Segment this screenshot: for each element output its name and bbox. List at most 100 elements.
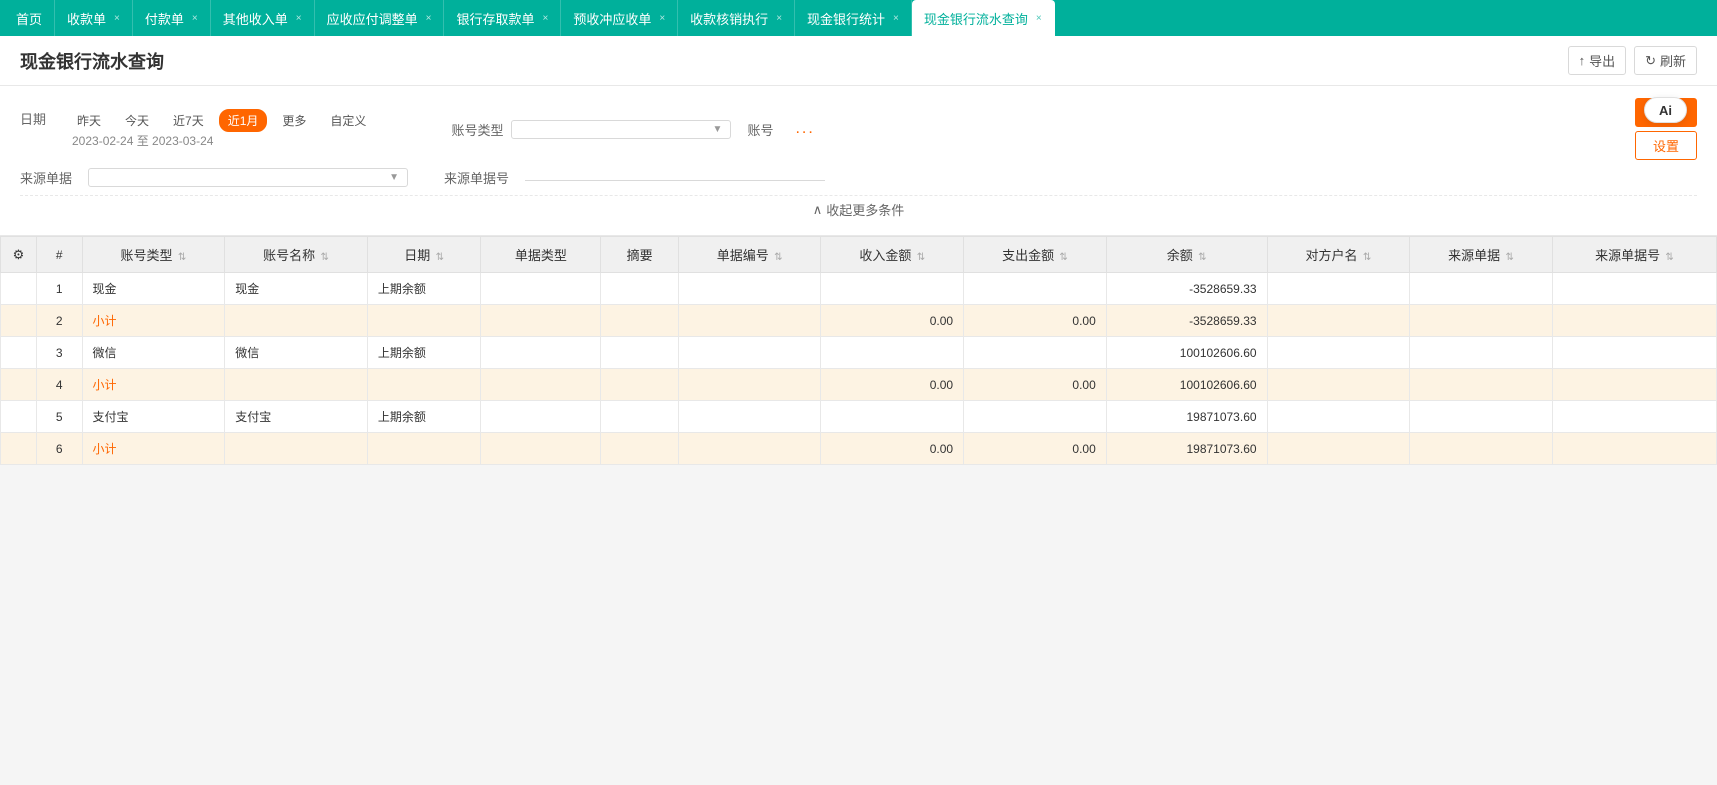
- close-icon-8[interactable]: ×: [1036, 13, 1042, 24]
- refresh-button[interactable]: ↻ 刷新: [1634, 46, 1697, 75]
- nav-tab-6[interactable]: 收款核销执行 ×: [678, 0, 795, 36]
- table-cell: [1410, 433, 1553, 465]
- table-cell: 0.00: [964, 433, 1107, 465]
- shortcut-yesterday[interactable]: 昨天: [68, 109, 110, 132]
- table-cell: [1, 433, 37, 465]
- nav-tab-3[interactable]: 应收应付调整单 ×: [315, 0, 445, 36]
- table-cell: 微信: [225, 337, 368, 369]
- sort-icon-10[interactable]: ⇅: [1506, 252, 1514, 263]
- export-button[interactable]: ↑ 导出: [1568, 46, 1627, 75]
- col-account-name[interactable]: 账号名称 ⇅: [225, 237, 368, 273]
- col-account-type-label: 账号类型: [120, 248, 172, 263]
- table-cell: [1552, 337, 1716, 369]
- table-cell: -3528659.33: [1106, 305, 1267, 337]
- close-icon-6[interactable]: ×: [776, 13, 782, 24]
- top-navigation: 首页 收款单 × 付款单 × 其他收入单 × 应收应付调整单 × 银行存取款单 …: [0, 0, 1717, 36]
- sort-icon-2[interactable]: ⇅: [436, 252, 444, 263]
- table-cell: [1267, 273, 1410, 305]
- nav-tab-5[interactable]: 预收冲应收单 ×: [561, 0, 678, 36]
- shortcut-7days[interactable]: 近7天: [164, 109, 213, 132]
- filter-row-1: 日期 昨天 今天 近7天 近1月 更多 自定义 2023-02-24 至 202…: [20, 98, 1697, 160]
- shortcut-more[interactable]: 更多: [273, 109, 315, 132]
- close-icon-1[interactable]: ×: [192, 13, 198, 24]
- gear-header[interactable]: ⚙: [1, 237, 37, 273]
- date-shortcuts-wrap: 昨天 今天 近7天 近1月 更多 自定义 2023-02-24 至 2023-0…: [68, 109, 375, 149]
- sort-icon-7[interactable]: ⇅: [1059, 252, 1067, 263]
- shortcut-today[interactable]: 今天: [116, 109, 158, 132]
- account-dots-button[interactable]: ...: [795, 120, 814, 138]
- table-cell: [225, 305, 368, 337]
- col-doc-no[interactable]: 单据编号 ⇅: [678, 237, 821, 273]
- table-cell: [1552, 433, 1716, 465]
- sort-icon-0[interactable]: ⇅: [178, 252, 186, 263]
- table-cell: 上期余额: [367, 401, 481, 433]
- table-cell: [481, 369, 601, 401]
- nav-label-1: 付款单: [145, 9, 184, 28]
- table-cell: [964, 337, 1107, 369]
- source-doc-no-input[interactable]: [525, 174, 825, 181]
- close-icon-0[interactable]: ×: [114, 13, 120, 24]
- table-row: 1现金现金上期余额-3528659.33: [1, 273, 1717, 305]
- sort-icon-9[interactable]: ⇅: [1363, 252, 1371, 263]
- account-group: 账号 ...: [747, 120, 814, 139]
- table-cell: 19871073.60: [1106, 401, 1267, 433]
- col-src-doc-no[interactable]: 来源单据号 ⇅: [1552, 237, 1716, 273]
- close-icon-3[interactable]: ×: [426, 13, 432, 24]
- nav-label-8: 现金银行流水查询: [924, 9, 1028, 28]
- source-doc-select[interactable]: ▼: [88, 168, 408, 187]
- table-cell: [367, 369, 481, 401]
- table-row: 5支付宝支付宝上期余额19871073.60: [1, 401, 1717, 433]
- setting-button[interactable]: 设置: [1635, 131, 1697, 160]
- table-cell: [1410, 273, 1553, 305]
- sort-icon-8[interactable]: ⇅: [1198, 252, 1206, 263]
- col-income[interactable]: 收入金额 ⇅: [821, 237, 964, 273]
- col-expense-label: 支出金额: [1002, 248, 1054, 263]
- sort-icon-5[interactable]: ⇅: [774, 252, 782, 263]
- sort-icon-11[interactable]: ⇅: [1665, 252, 1673, 263]
- nav-tab-8[interactable]: 现金银行流水查询 ×: [912, 0, 1055, 36]
- col-date[interactable]: 日期 ⇅: [367, 237, 481, 273]
- nav-label-7: 现金银行统计: [807, 9, 885, 28]
- refresh-icon: ↻: [1645, 53, 1656, 69]
- close-icon-5[interactable]: ×: [659, 13, 665, 24]
- table-cell: [1410, 401, 1553, 433]
- table-cell: [678, 433, 821, 465]
- nav-tab-0[interactable]: 收款单 ×: [55, 0, 133, 36]
- close-icon-4[interactable]: ×: [542, 13, 548, 24]
- col-doc-type: 单据类型: [481, 237, 601, 273]
- nav-tab-4[interactable]: 银行存取款单 ×: [444, 0, 561, 36]
- home-label: 首页: [16, 9, 42, 28]
- table-cell: [601, 305, 678, 337]
- filter-area: 日期 昨天 今天 近7天 近1月 更多 自定义 2023-02-24 至 202…: [0, 86, 1717, 236]
- nav-tab-1[interactable]: 付款单 ×: [133, 0, 211, 36]
- col-balance[interactable]: 余额 ⇅: [1106, 237, 1267, 273]
- table-cell: [1267, 433, 1410, 465]
- col-counterpart[interactable]: 对方户名 ⇅: [1267, 237, 1410, 273]
- table-cell: [225, 433, 368, 465]
- col-balance-label: 余额: [1167, 248, 1193, 263]
- shortcut-custom[interactable]: 自定义: [321, 109, 375, 132]
- date-label: 日期: [20, 109, 60, 128]
- account-type-select[interactable]: ▼: [511, 120, 731, 139]
- table-cell: [678, 401, 821, 433]
- shortcut-1month[interactable]: 近1月: [219, 109, 268, 132]
- nav-tab-home[interactable]: 首页: [4, 0, 55, 36]
- ai-badge[interactable]: Ai: [1644, 97, 1687, 123]
- table-cell: 微信: [82, 337, 225, 369]
- col-expense[interactable]: 支出金额 ⇅: [964, 237, 1107, 273]
- sort-icon-1[interactable]: ⇅: [321, 252, 329, 263]
- col-account-type[interactable]: 账号类型 ⇅: [82, 237, 225, 273]
- close-icon-2[interactable]: ×: [296, 13, 302, 24]
- nav-tab-7[interactable]: 现金银行统计 ×: [795, 0, 912, 36]
- col-src-doc[interactable]: 来源单据 ⇅: [1410, 237, 1553, 273]
- table-cell: 0.00: [964, 369, 1107, 401]
- table-cell: [1552, 401, 1716, 433]
- nav-tab-2[interactable]: 其他收入单 ×: [211, 0, 315, 36]
- collapse-button[interactable]: ∧ 收起更多条件: [813, 200, 905, 219]
- sort-icon-6[interactable]: ⇅: [917, 252, 925, 263]
- table-cell: [821, 273, 964, 305]
- account-type-group: 账号类型 ▼: [451, 120, 731, 139]
- table-cell: 支付宝: [225, 401, 368, 433]
- close-icon-7[interactable]: ×: [893, 13, 899, 24]
- table-cell: 1: [37, 273, 83, 305]
